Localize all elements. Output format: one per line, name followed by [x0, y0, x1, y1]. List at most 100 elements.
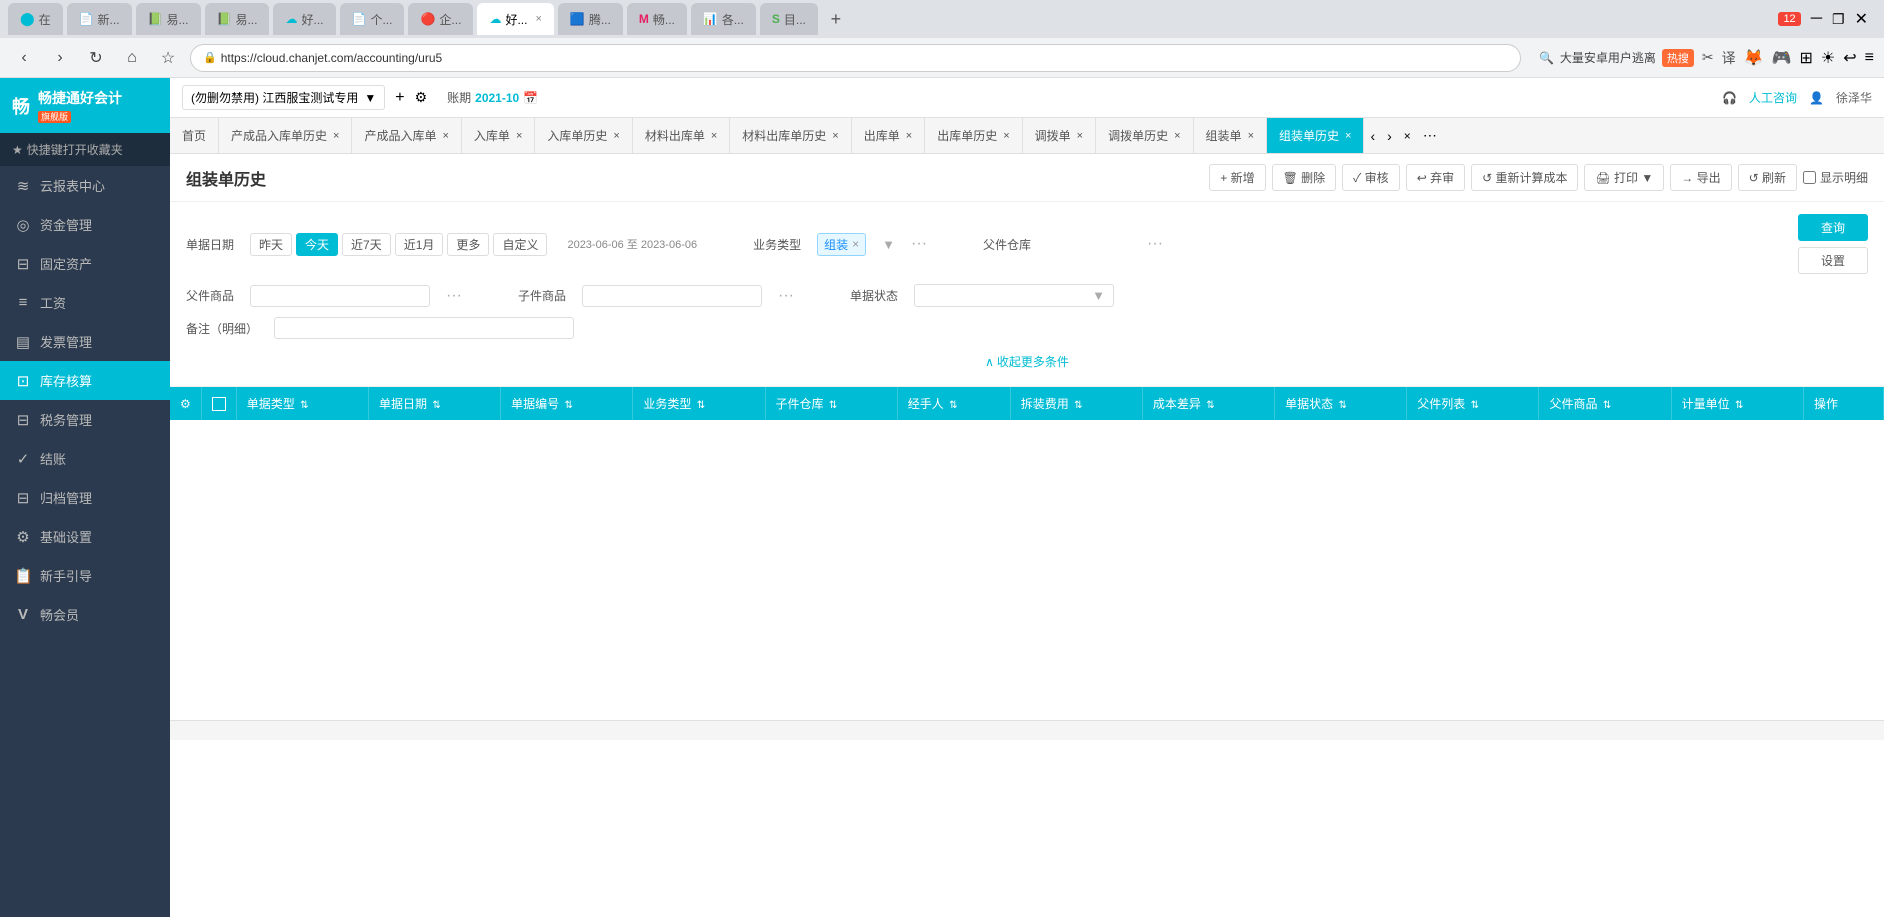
custom-btn[interactable]: 自定义 — [493, 233, 547, 256]
browser-tab-6[interactable]: 📄 个... — [340, 3, 405, 35]
tab-close-icon[interactable]: × — [442, 130, 448, 142]
tab-out-history[interactable]: 出库单历史× — [925, 118, 1022, 154]
bookmark-button[interactable]: ☆ — [154, 44, 182, 72]
gear-settings-icon[interactable]: ⚙ — [180, 397, 191, 411]
parent-goods-input[interactable] — [250, 285, 430, 307]
tab-close-icon[interactable]: × — [906, 130, 912, 142]
th-child-warehouse[interactable]: 子件仓库 ⇅ — [765, 387, 897, 420]
settings-button[interactable]: 设置 — [1798, 247, 1868, 274]
tab-close-icon[interactable]: × — [516, 130, 522, 142]
sidebar-item-checkout[interactable]: ✓ 结账 — [0, 439, 170, 478]
th-bill-type[interactable]: 单据类型 ⇅ — [236, 387, 368, 420]
reload-button[interactable]: ↻ — [82, 44, 110, 72]
collapse-button[interactable]: ∧ 收起更多条件 — [985, 349, 1069, 374]
tab-close-icon[interactable]: × — [1174, 130, 1180, 142]
remark-input[interactable] — [274, 317, 574, 339]
back-button[interactable]: ‹ — [10, 44, 38, 72]
sidebar-item-inventory[interactable]: ⊡ 库存核算 — [0, 361, 170, 400]
month-btn[interactable]: 近1月 — [395, 233, 444, 256]
th-bill-date[interactable]: 单据日期 ⇅ — [368, 387, 500, 420]
home-button[interactable]: ⌂ — [118, 44, 146, 72]
browser-tab-1[interactable]: ⬤ 在 — [8, 3, 63, 35]
tab-close-icon[interactable]: × — [711, 130, 717, 142]
th-checkbox[interactable] — [201, 387, 236, 420]
more-btn[interactable]: 更多 — [447, 233, 489, 256]
sidebar-item-funds[interactable]: ◎ 资金管理 — [0, 205, 170, 244]
tab-material-out-history[interactable]: 材料出库单历史× — [730, 118, 851, 154]
window-minimize-icon[interactable]: ─ — [1811, 10, 1822, 28]
tab-home[interactable]: 首页 — [170, 118, 219, 154]
select-all-checkbox[interactable] — [212, 397, 226, 411]
week-btn[interactable]: 近7天 — [342, 233, 391, 256]
browser-tab-11[interactable]: 📊 各... — [691, 3, 756, 35]
th-parent-list[interactable]: 父件列表 ⇅ — [1407, 387, 1539, 420]
child-goods-input[interactable] — [582, 285, 762, 307]
tab-close-icon[interactable]: × — [1003, 130, 1009, 142]
tab-out[interactable]: 出库单× — [852, 118, 925, 154]
username[interactable]: 徐泽华 — [1836, 89, 1872, 106]
window-restore-icon[interactable]: ❐ — [1832, 11, 1845, 28]
th-cost-diff[interactable]: 成本差异 ⇅ — [1142, 387, 1274, 420]
service-label[interactable]: 人工咨询 — [1749, 89, 1797, 106]
browser-tab-2[interactable]: 📄 新... — [67, 3, 132, 35]
child-goods-more-icon[interactable]: ··· — [778, 287, 794, 305]
today-btn[interactable]: 今天 — [296, 233, 338, 256]
tab-close-icon[interactable]: × — [1077, 130, 1083, 142]
browser-tab-9[interactable]: 🟦 腾... — [558, 3, 623, 35]
tab-in[interactable]: 入库单× — [462, 118, 535, 154]
tab-close-icon[interactable]: × — [333, 130, 339, 142]
tab-assembly[interactable]: 组装单× — [1194, 118, 1267, 154]
query-button[interactable]: 查询 — [1798, 214, 1868, 241]
tab-transfer[interactable]: 调拨单× — [1023, 118, 1096, 154]
new-button[interactable]: + 新增 — [1209, 164, 1265, 191]
browser-tab-8[interactable]: ☁ 好... × — [477, 3, 553, 35]
menu-icon[interactable]: ≡ — [1865, 49, 1874, 67]
new-tab-button[interactable]: + — [822, 5, 850, 33]
th-business-type[interactable]: 业务类型 ⇅ — [633, 387, 765, 420]
sidebar-quick-access[interactable]: ★ 快捷键打开收藏夹 — [0, 133, 170, 166]
window-close-icon[interactable]: ✕ — [1855, 9, 1868, 29]
tab-assembly-history[interactable]: 组装单历史× — [1267, 118, 1364, 154]
sidebar-item-invoice[interactable]: ▤ 发票管理 — [0, 322, 170, 361]
calendar-icon[interactable]: 📅 — [523, 91, 538, 105]
bill-status-dropdown-icon[interactable]: ▼ — [1092, 288, 1105, 303]
approve-button[interactable]: ✓ 审核 — [1342, 164, 1400, 191]
browser-tab-10[interactable]: M 畅... — [627, 3, 687, 35]
address-bar[interactable]: 🔒 https://cloud.chanjet.com/accounting/u… — [190, 44, 1521, 72]
tab-close-icon[interactable]: × — [1248, 130, 1254, 142]
tab-transfer-history[interactable]: 调拨单历史× — [1096, 118, 1193, 154]
refresh-button[interactable]: ↺ 刷新 — [1738, 164, 1797, 191]
yesterday-btn[interactable]: 昨天 — [250, 233, 292, 256]
forward-button[interactable]: › — [46, 44, 74, 72]
th-handler[interactable]: 经手人 ⇅ — [897, 387, 1010, 420]
recalc-button[interactable]: ↺ 重新计算成本 — [1471, 164, 1578, 191]
tab-close-all-icon[interactable]: × — [1398, 118, 1417, 154]
browser-tab-4[interactable]: 📗 易... — [205, 3, 270, 35]
tab-finished-in[interactable]: 产成品入库单× — [352, 118, 461, 154]
tag-close-icon[interactable]: × — [852, 237, 859, 251]
parent-goods-more-icon[interactable]: ··· — [446, 287, 462, 305]
sidebar-item-salary[interactable]: ≡ 工资 — [0, 283, 170, 322]
th-parent-goods[interactable]: 父件商品 ⇅ — [1539, 387, 1671, 420]
browser-tab-5[interactable]: ☁ 好... — [273, 3, 335, 35]
sidebar-item-guide[interactable]: 📋 新手引导 — [0, 556, 170, 595]
sidebar-item-settings[interactable]: ⚙ 基础设置 — [0, 517, 170, 556]
gear-icon[interactable]: ⚙ — [415, 89, 428, 106]
th-unit[interactable]: 计量单位 ⇅ — [1671, 387, 1803, 420]
th-bill-status[interactable]: 单据状态 ⇅ — [1275, 387, 1407, 420]
show-detail-input[interactable] — [1803, 171, 1816, 184]
sidebar-item-fixed-assets[interactable]: ⊟ 固定资产 — [0, 244, 170, 283]
th-disassembly-fee[interactable]: 拆装费用 ⇅ — [1010, 387, 1142, 420]
sidebar-item-tax[interactable]: ⊟ 税务管理 — [0, 400, 170, 439]
business-type-dropdown-icon[interactable]: ▼ — [882, 237, 895, 252]
export-button[interactable]: → 导出 — [1670, 164, 1731, 191]
tab-right-nav-icon[interactable]: › — [1381, 118, 1398, 154]
tab-in-history[interactable]: 入库单历史× — [535, 118, 632, 154]
tab-close-icon[interactable]: × — [832, 130, 838, 142]
delete-button[interactable]: 🗑 删除 — [1272, 164, 1337, 191]
tab-material-out[interactable]: 材料出库单× — [633, 118, 730, 154]
show-detail-checkbox[interactable]: 显示明细 — [1803, 169, 1868, 186]
company-selector[interactable]: (勿删勿禁用) 江西服宝测试专用 ▼ — [182, 85, 385, 110]
search-bar[interactable]: 🔍 大量安卓用户逃离 热搜 — [1539, 49, 1694, 67]
add-company-icon[interactable]: + — [395, 89, 404, 107]
